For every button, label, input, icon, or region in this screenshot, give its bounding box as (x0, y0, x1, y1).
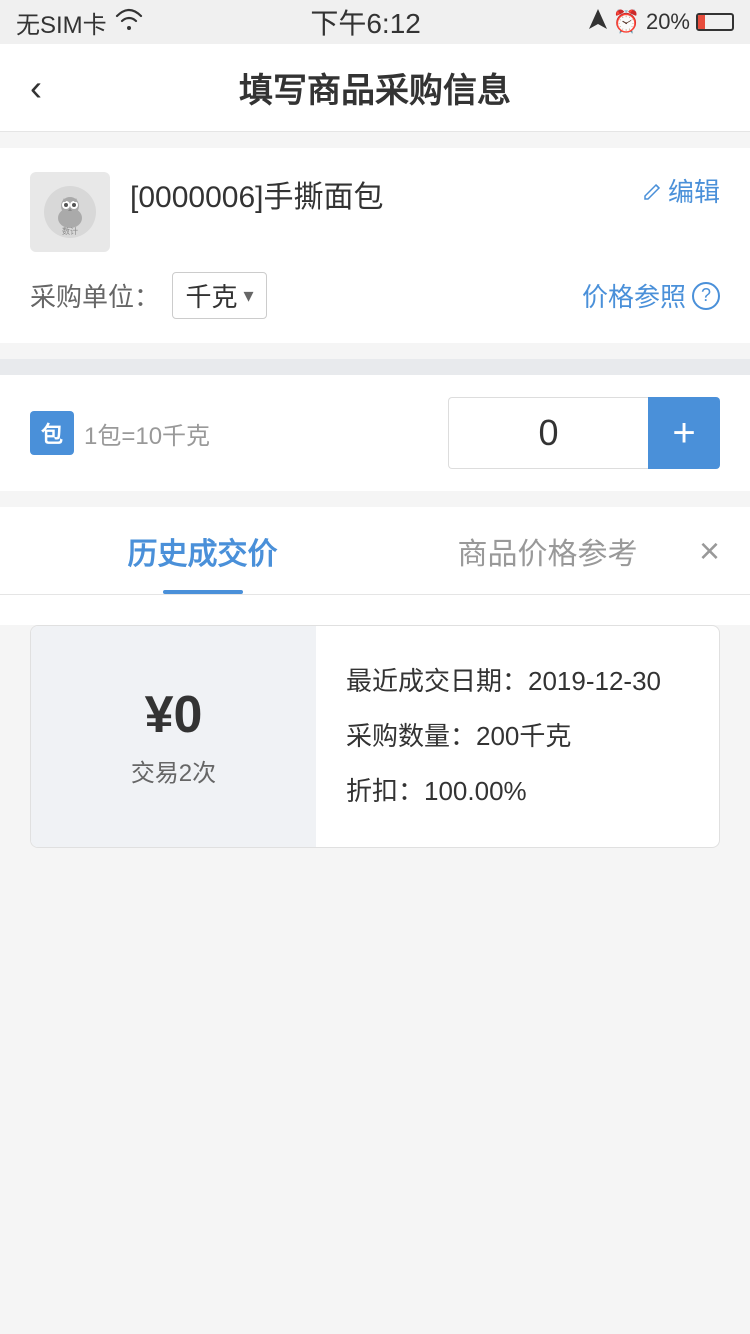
product-name-wrap: [0000006]手撕面包 (130, 172, 383, 216)
status-right: ⏰ 20% (589, 9, 734, 35)
gps-icon (589, 9, 607, 35)
nav-bar: ‹ 填写商品采购信息 (0, 44, 750, 132)
battery-percent: 20% (646, 9, 690, 35)
quantity-input[interactable] (448, 397, 648, 469)
svg-text:数计: 数计 (62, 226, 78, 236)
quantity-value: 200千克 (476, 721, 571, 751)
chevron-down-icon: ▾ (243, 283, 253, 308)
quantity-unit-info: 包 1包=10千克 (30, 411, 210, 455)
page-title: 填写商品采购信息 (239, 63, 511, 112)
date-label: 最近成交日期： (346, 666, 528, 696)
quantity-label: 采购数量： (346, 721, 476, 751)
tab-price-reference[interactable]: 商品价格参考 (375, 507, 720, 594)
close-button[interactable]: × (689, 520, 730, 582)
discount-label: 折扣： (346, 776, 424, 806)
unit-badge: 包 (30, 411, 74, 455)
tab-content-area: ¥0 交易2次 最近成交日期：2019-12-30 采购数量：200千克 折扣：… (0, 625, 750, 1325)
section-divider (0, 359, 750, 375)
price-ref-label: 价格参照 (582, 277, 686, 314)
tab-bar: 历史成交价 商品价格参考 × (0, 507, 750, 595)
transaction-summary: ¥0 交易2次 (31, 626, 316, 847)
quantity-controls: + (448, 397, 720, 469)
date-value: 2019-12-30 (528, 666, 661, 696)
product-image: 数计 (30, 172, 110, 252)
product-thumbnail: 数计 (40, 182, 100, 242)
product-id: [0000006] (130, 181, 263, 214)
transaction-count: 交易2次 (131, 753, 216, 788)
status-left: 无SIM卡 (16, 5, 143, 40)
transaction-date-row: 最近成交日期：2019-12-30 (346, 662, 689, 701)
wifi-icon (115, 8, 143, 37)
quantity-row: 包 1包=10千克 + (0, 375, 750, 491)
product-title: 手撕面包 (263, 181, 383, 214)
quantity-plus-button[interactable]: + (648, 397, 720, 469)
transaction-details: 最近成交日期：2019-12-30 采购数量：200千克 折扣：100.00% (316, 626, 719, 847)
discount-value: 100.00% (424, 776, 527, 806)
transaction-quantity-row: 采购数量：200千克 (346, 717, 689, 756)
conversion-hint: 1包=10千克 (84, 416, 210, 451)
edit-button[interactable]: 编辑 (642, 172, 720, 209)
product-name: [0000006]手撕面包 (130, 181, 383, 214)
unit-label: 采购单位： (30, 282, 160, 312)
product-info: 数计 [0000006]手撕面包 (30, 172, 642, 252)
product-card: 数计 [0000006]手撕面包 编辑 采购单位： 千克 ▾ (0, 148, 750, 343)
product-unit-row: 采购单位： 千克 ▾ 价格参照 ? (30, 272, 720, 319)
tab-section: 历史成交价 商品价格参考 × ¥0 交易2次 最近成交日期：2019-12-30… (0, 507, 750, 1325)
unit-left: 采购单位： 千克 ▾ (30, 272, 267, 319)
transaction-price: ¥0 (145, 685, 203, 745)
transaction-discount-row: 折扣：100.00% (346, 772, 689, 811)
product-row-top: 数计 [0000006]手撕面包 编辑 (30, 172, 720, 252)
unit-value: 千克 (185, 277, 237, 314)
carrier-label: 无SIM卡 (16, 5, 107, 40)
price-reference-button[interactable]: 价格参照 ? (582, 277, 720, 314)
alarm-icon: ⏰ (613, 9, 640, 35)
info-circle-icon: ? (692, 282, 720, 310)
transaction-card: ¥0 交易2次 最近成交日期：2019-12-30 采购数量：200千克 折扣：… (30, 625, 720, 848)
tab-history-price[interactable]: 历史成交价 (30, 507, 375, 594)
back-button[interactable]: ‹ (20, 57, 52, 119)
battery-icon (696, 13, 734, 31)
status-bar: 无SIM卡 下午6:12 ⏰ 20% (0, 0, 750, 44)
status-time: 下午6:12 (310, 2, 421, 42)
unit-select[interactable]: 千克 ▾ (172, 272, 266, 319)
